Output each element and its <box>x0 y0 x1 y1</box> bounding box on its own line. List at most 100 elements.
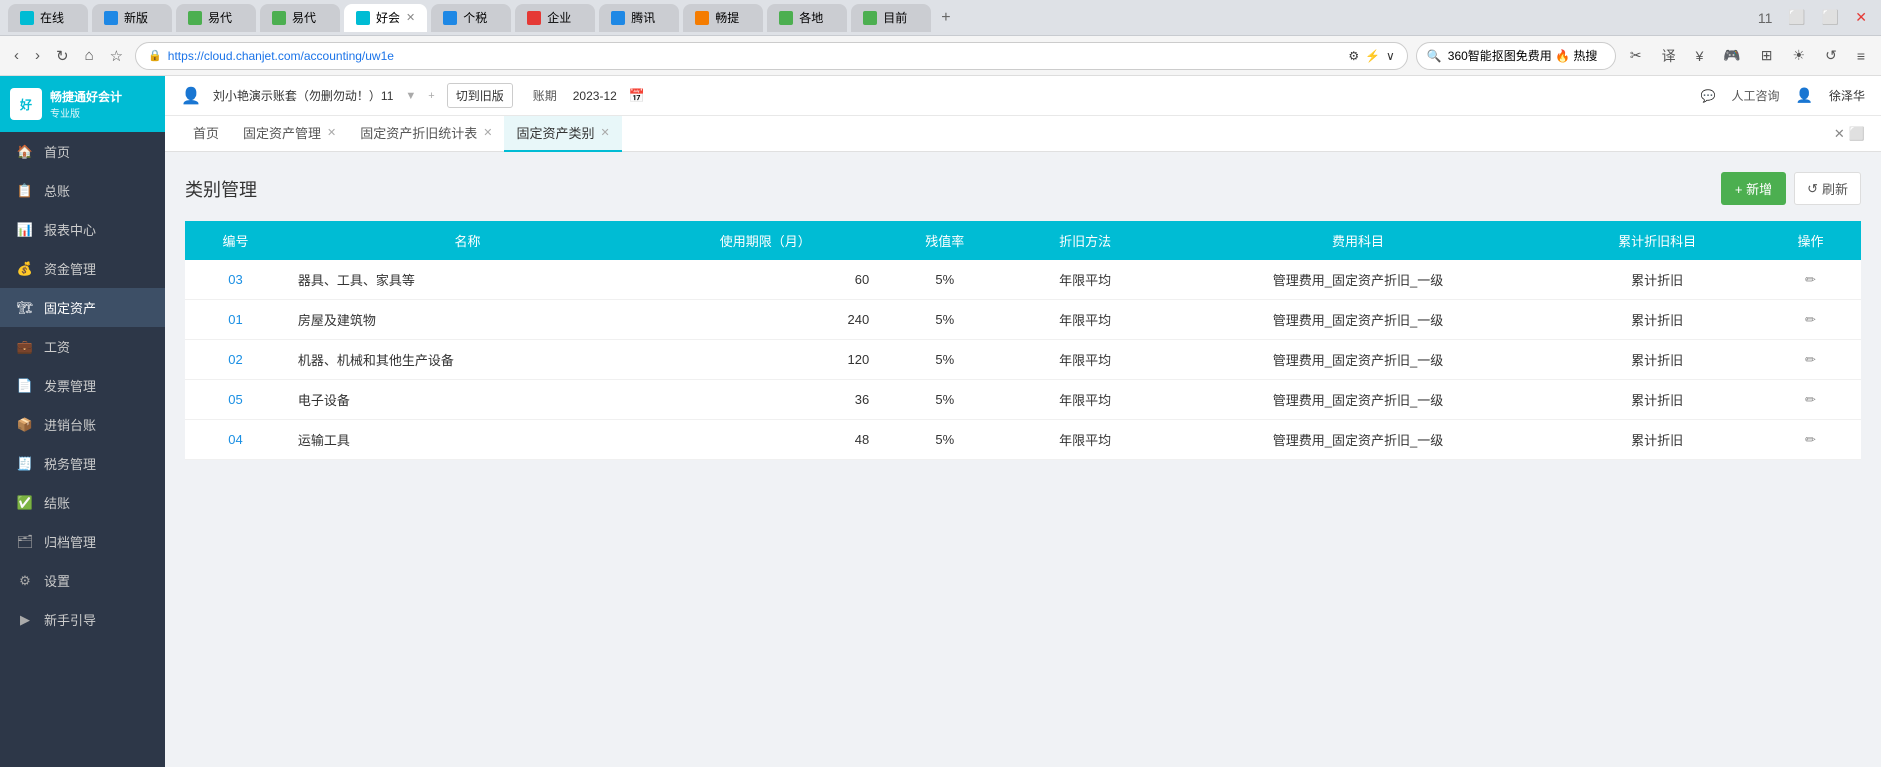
add-button[interactable]: + 新增 <box>1721 172 1786 205</box>
sidebar-item-fixed-assets[interactable]: 🏗 固定资产 <box>0 288 165 327</box>
sidebar-item-reports[interactable]: 📊 报表中心 <box>0 210 165 249</box>
nav-back[interactable]: ‹ <box>10 43 23 68</box>
undo-icon[interactable]: ↺ <box>1819 44 1843 67</box>
table-header-row: 编号 名称 使用期限（月） 残值率 折旧方法 费用科目 累计折旧科目 操作 <box>185 221 1861 260</box>
expand-icon: ⚙ <box>1348 49 1359 63</box>
sidebar-item-settlement[interactable]: ✅ 结账 <box>0 483 165 522</box>
browser-tab-close-5[interactable]: ✕ <box>406 11 415 24</box>
section-actions: + 新增 ↺ 刷新 <box>1721 172 1861 205</box>
tab-close-button[interactable]: ✕ <box>1834 126 1845 142</box>
browser-tab-4[interactable]: 易代 <box>260 4 340 32</box>
nav-bookmark[interactable]: ☆ <box>106 43 127 69</box>
win-minimize[interactable]: 11 <box>1752 7 1779 28</box>
scissors-icon[interactable]: ✂ <box>1624 44 1648 67</box>
browser-tab-8[interactable]: 腾讯 <box>599 4 679 32</box>
tab-asset-category-close[interactable]: ✕ <box>601 126 610 139</box>
tab-fixed-asset-mgmt[interactable]: 固定资产管理 ✕ <box>231 116 348 152</box>
cell-action-3: ✏ <box>1760 380 1861 420</box>
tab-expand-button[interactable]: ⬜ <box>1849 126 1865 142</box>
browser-tab-2[interactable]: 新版 <box>92 4 172 32</box>
tax-icon: 🧾 <box>16 455 34 473</box>
cell-code-2: 02 <box>185 340 286 380</box>
table-row: 03 器具、工具、家具等 60 5% 年限平均 管理费用_固定资产折旧_一级 累… <box>185 260 1861 300</box>
cell-expense-0: 管理费用_固定资产折旧_一级 <box>1162 260 1554 300</box>
funds-icon: 💰 <box>16 260 34 278</box>
page-tabs: 首页 固定资产管理 ✕ 固定资产折旧统计表 ✕ 固定资产类别 ✕ ✕ ⬜ <box>165 116 1881 152</box>
sidebar-item-settings[interactable]: ⚙ 设置 <box>0 561 165 600</box>
search-bar[interactable]: 🔍 360智能抠图免费用 🔥 热搜 <box>1416 42 1616 70</box>
browser-nav: ‹ › ↻ ⌂ ☆ 🔒 https://cloud.chanjet.com/ac… <box>0 36 1881 76</box>
browser-toolbar: ✂ 译 ¥ 🎮 ⊞ ☀ ↺ ≡ <box>1624 43 1871 69</box>
sidebar-item-payroll[interactable]: 💼 工资 <box>0 327 165 366</box>
sidebar-item-archive-label: 归档管理 <box>44 532 96 551</box>
cell-accumulated-0: 累计折旧 <box>1554 260 1760 300</box>
cell-residual-2: 5% <box>881 340 1008 380</box>
table-row: 02 机器、机械和其他生产设备 120 5% 年限平均 管理费用_固定资产折旧_… <box>185 340 1861 380</box>
tab-asset-category[interactable]: 固定资产类别 ✕ <box>504 116 621 152</box>
cell-action-2: ✏ <box>1760 340 1861 380</box>
edit-icon-3[interactable]: ✏ <box>1805 392 1816 407</box>
translate-icon[interactable]: 译 <box>1656 43 1682 69</box>
service-label[interactable]: 人工咨询 <box>1732 87 1780 104</box>
game-icon[interactable]: 🎮 <box>1717 44 1746 67</box>
address-bar[interactable]: 🔒 https://cloud.chanjet.com/accounting/u… <box>135 42 1408 70</box>
win-maximize[interactable]: ⬜ <box>1816 7 1845 28</box>
nav-home[interactable]: ⌂ <box>81 43 98 68</box>
cell-expense-2: 管理费用_固定资产折旧_一级 <box>1162 340 1554 380</box>
edit-icon-0[interactable]: ✏ <box>1805 272 1816 287</box>
refresh-button[interactable]: ↺ 刷新 <box>1794 172 1861 205</box>
browser-tab-7[interactable]: 企业 <box>515 4 595 32</box>
sidebar-item-invoice[interactable]: 📄 发票管理 <box>0 366 165 405</box>
browser-tab-3[interactable]: 易代 <box>176 4 256 32</box>
nav-forward[interactable]: › <box>31 43 44 68</box>
win-restore[interactable]: ⬜ <box>1782 7 1811 28</box>
user-icon: 👤 <box>1796 87 1813 104</box>
edit-icon-4[interactable]: ✏ <box>1805 432 1816 447</box>
grid-icon[interactable]: ⊞ <box>1755 44 1779 67</box>
cell-accumulated-4: 累计折旧 <box>1554 420 1760 460</box>
settings-icon: ⚙ <box>16 572 34 590</box>
menu-icon[interactable]: ≡ <box>1851 45 1871 67</box>
tab-home[interactable]: 首页 <box>181 116 231 152</box>
calendar-icon[interactable]: 📅 <box>629 88 645 104</box>
sidebar-item-tax[interactable]: 🧾 税务管理 <box>0 444 165 483</box>
edit-icon-2[interactable]: ✏ <box>1805 352 1816 367</box>
browser-tab-11[interactable]: 目前 <box>851 4 931 32</box>
browser-tab-5[interactable]: 好会 ✕ <box>344 4 427 32</box>
browser-tab-6[interactable]: 个税 <box>431 4 511 32</box>
header-right: 💬 人工咨询 👤 徐泽华 <box>1701 87 1865 104</box>
sidebar-item-guide[interactable]: ▶ 新手引导 <box>0 600 165 639</box>
edit-icon-1[interactable]: ✏ <box>1805 312 1816 327</box>
browser-tab-9[interactable]: 畅提 <box>683 4 763 32</box>
tab-depreciation-table[interactable]: 固定资产折旧统计表 ✕ <box>348 116 504 152</box>
new-tab-button[interactable]: + <box>935 7 956 29</box>
switch-version-button[interactable]: 切到旧版 <box>447 83 513 108</box>
tab-fixed-asset-mgmt-label: 固定资产管理 <box>243 123 321 142</box>
sidebar-item-inventory[interactable]: 📦 进销台账 <box>0 405 165 444</box>
nav-refresh[interactable]: ↻ <box>52 43 73 69</box>
cell-expense-4: 管理费用_固定资产折旧_一级 <box>1162 420 1554 460</box>
tab-depreciation-table-close[interactable]: ✕ <box>483 126 492 139</box>
browser-tab-1[interactable]: 在线 <box>8 4 88 32</box>
cell-method-1: 年限平均 <box>1008 300 1161 340</box>
col-expense: 费用科目 <box>1162 221 1554 260</box>
sidebar-item-guide-label: 新手引导 <box>44 610 96 629</box>
browser-tab-10[interactable]: 各地 <box>767 4 847 32</box>
refresh-icon: ↺ <box>1807 181 1818 197</box>
tab-fixed-asset-mgmt-close[interactable]: ✕ <box>327 126 336 139</box>
sidebar-item-funds[interactable]: 💰 资金管理 <box>0 249 165 288</box>
tab-depreciation-table-label: 固定资产折旧统计表 <box>360 123 477 142</box>
cell-residual-3: 5% <box>881 380 1008 420</box>
currency-icon[interactable]: ¥ <box>1690 45 1710 67</box>
period-dropdown-icon[interactable]: + <box>428 90 434 102</box>
sidebar-item-archive[interactable]: 🗂 归档管理 <box>0 522 165 561</box>
sidebar-item-ledger[interactable]: 📋 总账 <box>0 171 165 210</box>
sidebar-item-home[interactable]: 🏠 首页 <box>0 132 165 171</box>
sun-icon[interactable]: ☀ <box>1787 44 1812 67</box>
ledger-icon: 📋 <box>16 182 34 200</box>
settlement-icon: ✅ <box>16 494 34 512</box>
sidebar-app-name: 畅捷通好会计 <box>50 88 122 105</box>
cell-period-2: 120 <box>649 340 881 380</box>
win-close[interactable]: ✕ <box>1849 7 1873 28</box>
fixed-assets-icon: 🏗 <box>16 299 34 317</box>
